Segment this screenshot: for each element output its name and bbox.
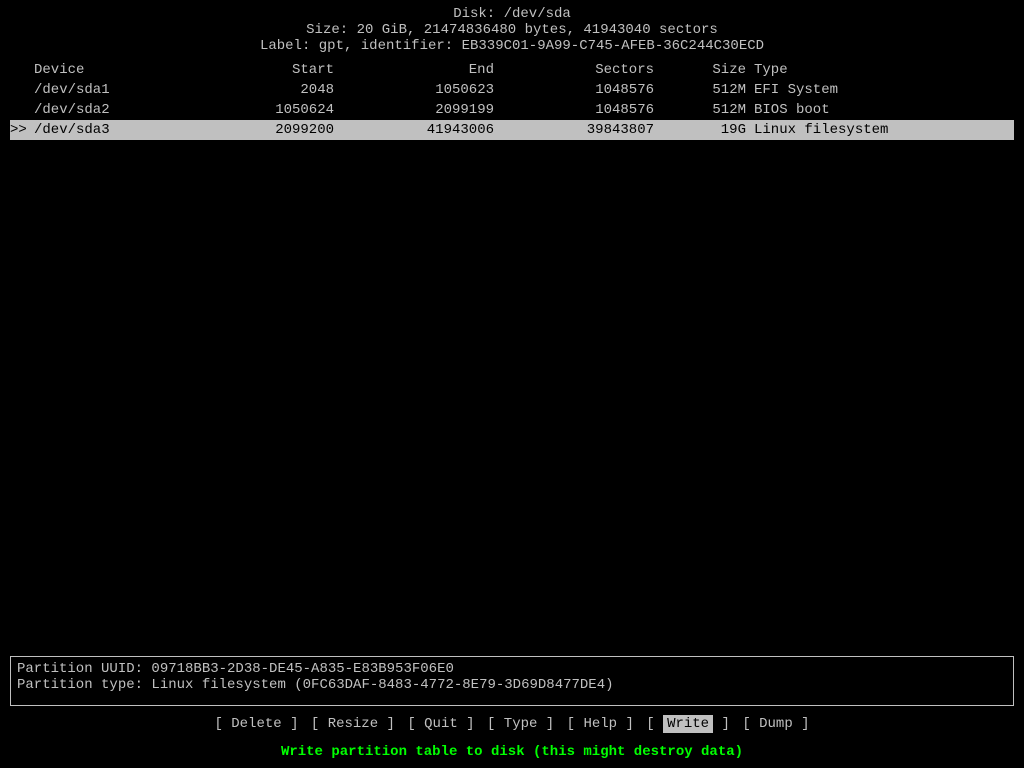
indicator-spacer bbox=[10, 62, 34, 78]
col-header-sectors: Sectors bbox=[514, 62, 674, 78]
disk-label-line: Label: gpt, identifier: EB339C01-9A99-C7… bbox=[0, 38, 1024, 54]
bracket-open: [ bbox=[487, 716, 504, 732]
bracket-open: [ bbox=[214, 716, 231, 732]
row-type: BIOS boot bbox=[754, 102, 1014, 118]
row-sectors: 39843807 bbox=[514, 122, 674, 138]
col-header-start: Start bbox=[194, 62, 354, 78]
bracket-close: ] bbox=[378, 716, 395, 732]
row-size: 19G bbox=[674, 122, 754, 138]
row-size: 512M bbox=[674, 82, 754, 98]
menu-items: [ Delete ] [ Resize ] [ Quit ] [ Type ] … bbox=[212, 716, 811, 732]
menu-item-dump[interactable]: [ Dump ] bbox=[742, 716, 809, 732]
bracket-open: [ bbox=[407, 716, 424, 732]
bracket-close: ] bbox=[793, 716, 810, 732]
main-content-area bbox=[0, 140, 1024, 656]
menu-label-type: Type bbox=[504, 716, 538, 732]
menu-label-quit: Quit bbox=[424, 716, 458, 732]
partition-rows-container: /dev/sda1 2048 1050623 1048576 512M EFI … bbox=[10, 80, 1014, 140]
table-row[interactable]: /dev/sda2 1050624 2099199 1048576 512M B… bbox=[10, 100, 1014, 120]
disk-size-line: Size: 20 GiB, 21474836480 bytes, 4194304… bbox=[0, 22, 1024, 38]
bracket-open: [ bbox=[646, 716, 663, 732]
row-size: 512M bbox=[674, 102, 754, 118]
row-end: 1050623 bbox=[354, 82, 514, 98]
row-indicator bbox=[10, 102, 34, 118]
info-line1: Partition UUID: 09718BB3-2D38-DE45-A835-… bbox=[17, 661, 1007, 677]
bracket-close: ] bbox=[713, 716, 730, 732]
menu-item-write[interactable]: [ Write ] bbox=[646, 716, 730, 732]
terminal-screen: Disk: /dev/sda Size: 20 GiB, 21474836480… bbox=[0, 0, 1024, 768]
menu-label-resize: Resize bbox=[328, 716, 378, 732]
menu-item-quit[interactable]: [ Quit ] bbox=[407, 716, 474, 732]
table-header-row: Device Start End Sectors Size Type bbox=[10, 60, 1014, 80]
col-header-type: Type bbox=[754, 62, 1014, 78]
row-start: 2099200 bbox=[194, 122, 354, 138]
menu-item-help[interactable]: [ Help ] bbox=[567, 716, 634, 732]
row-device: /dev/sda1 bbox=[34, 82, 194, 98]
status-bar: Write partition table to disk (this migh… bbox=[0, 738, 1024, 768]
bracket-close: ] bbox=[282, 716, 299, 732]
table-row[interactable]: /dev/sda1 2048 1050623 1048576 512M EFI … bbox=[10, 80, 1014, 100]
table-row[interactable]: >> /dev/sda3 2099200 41943006 39843807 1… bbox=[10, 120, 1014, 140]
row-indicator bbox=[10, 82, 34, 98]
bracket-open: [ bbox=[311, 716, 328, 732]
menu-item-type[interactable]: [ Type ] bbox=[487, 716, 554, 732]
menu-label-delete: Delete bbox=[231, 716, 281, 732]
row-sectors: 1048576 bbox=[514, 82, 674, 98]
row-end: 2099199 bbox=[354, 102, 514, 118]
menu-item-resize[interactable]: [ Resize ] bbox=[311, 716, 395, 732]
disk-title: Disk: /dev/sda bbox=[0, 6, 1024, 22]
row-type: Linux filesystem bbox=[754, 122, 1014, 138]
menu-item-delete[interactable]: [ Delete ] bbox=[214, 716, 298, 732]
row-sectors: 1048576 bbox=[514, 102, 674, 118]
col-header-size: Size bbox=[674, 62, 754, 78]
row-start: 1050624 bbox=[194, 102, 354, 118]
status-text: Write partition table to disk (this migh… bbox=[281, 744, 743, 760]
row-start: 2048 bbox=[194, 82, 354, 98]
row-device: /dev/sda2 bbox=[34, 102, 194, 118]
col-header-device: Device bbox=[34, 62, 194, 78]
bracket-close: ] bbox=[537, 716, 554, 732]
col-header-end: End bbox=[354, 62, 514, 78]
menu-bar: [ Delete ] [ Resize ] [ Quit ] [ Type ] … bbox=[0, 706, 1024, 738]
menu-label-write: Write bbox=[663, 715, 713, 733]
bottom-panel: Partition UUID: 09718BB3-2D38-DE45-A835-… bbox=[0, 656, 1024, 768]
bracket-close: ] bbox=[458, 716, 475, 732]
row-device: /dev/sda3 bbox=[34, 122, 194, 138]
menu-label-dump: Dump bbox=[759, 716, 793, 732]
bracket-open: [ bbox=[567, 716, 584, 732]
bracket-open: [ bbox=[742, 716, 759, 732]
info-line2: Partition type: Linux filesystem (0FC63D… bbox=[17, 677, 1007, 693]
row-indicator: >> bbox=[10, 122, 34, 138]
partition-table: Device Start End Sectors Size Type /dev/… bbox=[0, 60, 1024, 140]
disk-header: Disk: /dev/sda Size: 20 GiB, 21474836480… bbox=[0, 0, 1024, 56]
bracket-close: ] bbox=[617, 716, 634, 732]
menu-label-help: Help bbox=[583, 716, 617, 732]
partition-info-box: Partition UUID: 09718BB3-2D38-DE45-A835-… bbox=[10, 656, 1014, 706]
row-type: EFI System bbox=[754, 82, 1014, 98]
row-end: 41943006 bbox=[354, 122, 514, 138]
